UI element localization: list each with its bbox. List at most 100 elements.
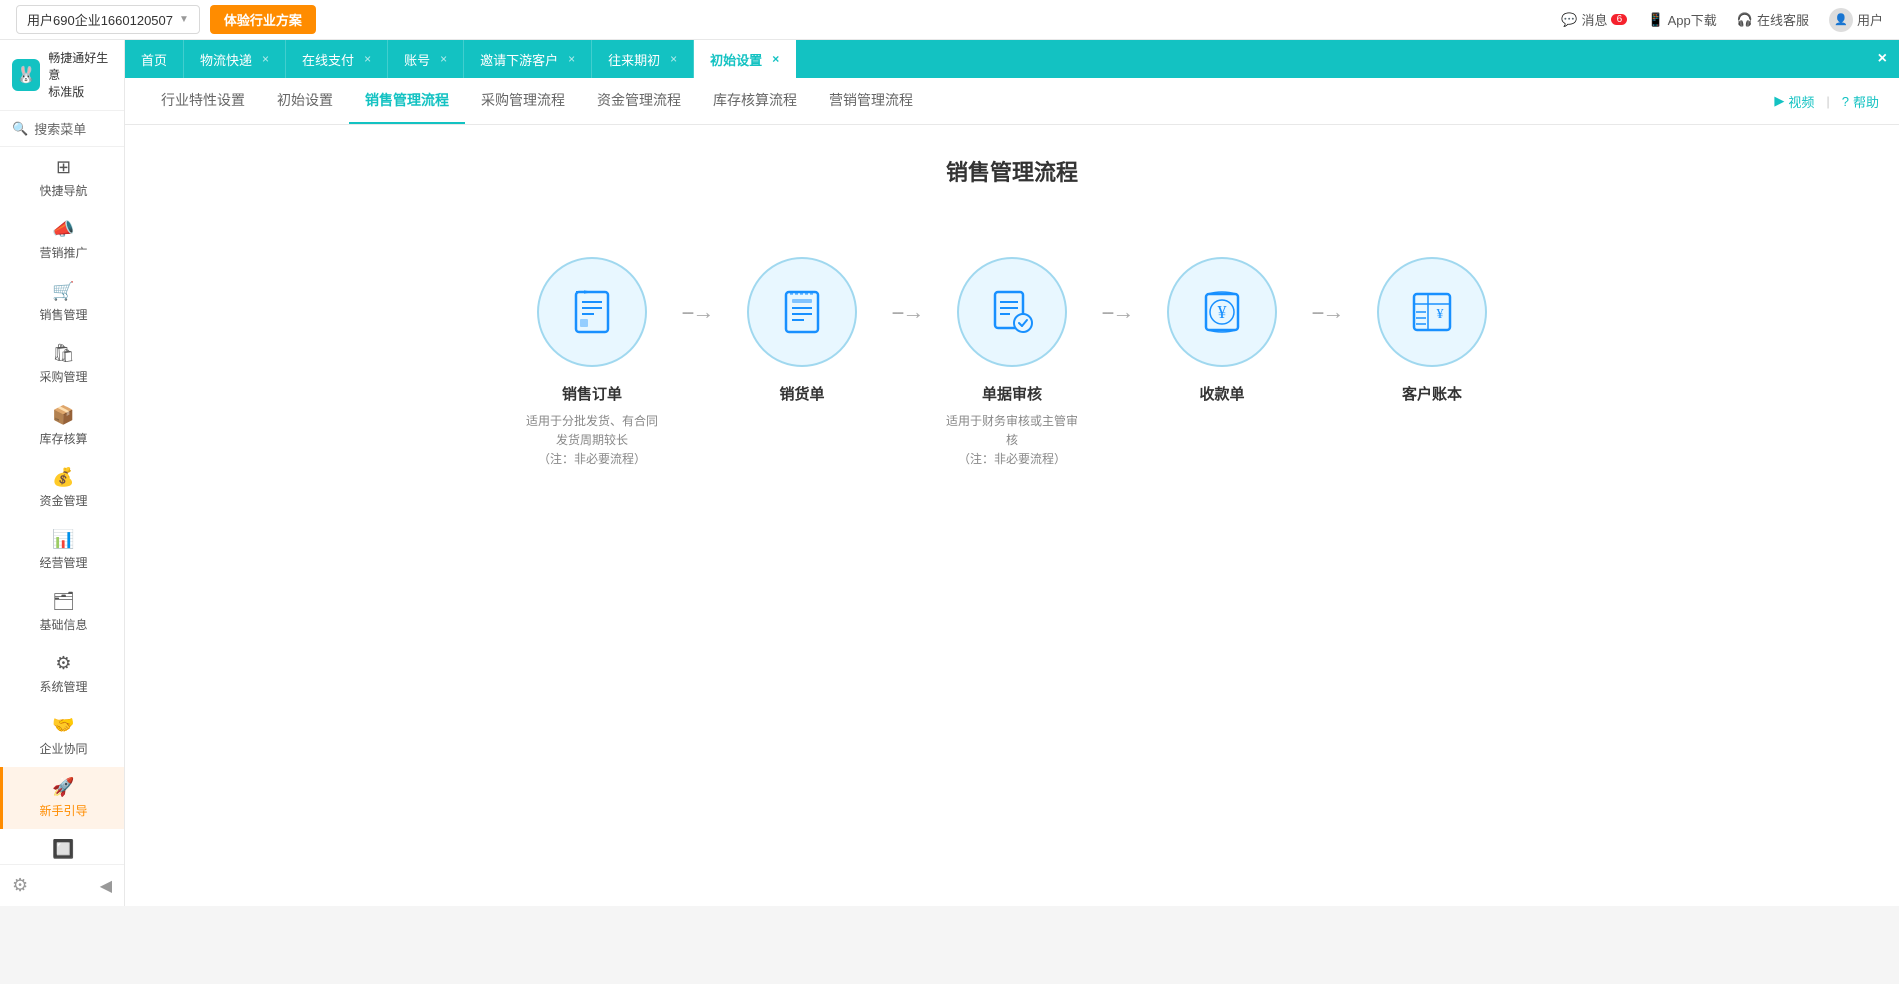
sales-invoice-label: 销货单: [779, 383, 824, 404]
sidebar-item-marketing-promo[interactable]: 📣 营销推广: [0, 209, 124, 271]
tab-period-init-close-icon[interactable]: ×: [670, 52, 677, 66]
sidebar-item-label: 新手引导: [39, 802, 87, 819]
flow-circle-receipt[interactable]: ¥: [1167, 257, 1277, 367]
sidebar-item-enterprise-collab[interactable]: 🤝 企业协同: [0, 705, 124, 767]
search-label: 搜索菜单: [34, 119, 86, 138]
sales-mgmt-icon: 🛒: [52, 281, 74, 302]
settings-icon[interactable]: ⚙: [12, 875, 28, 896]
sidebar-item-basic-info[interactable]: 🗂 基础信息: [0, 581, 124, 643]
sidebar-item-label: 库存核算: [39, 430, 87, 447]
sub-tab-inventory-flow-label: 库存核算流程: [713, 92, 797, 108]
message-item[interactable]: 💬 消息 6: [1561, 10, 1627, 29]
sidebar-item-label: 快捷导航: [39, 182, 87, 199]
arrow-3: --→: [1092, 257, 1142, 325]
tab-period-init[interactable]: 往来期初 ×: [592, 40, 694, 78]
top-header: 用户690企业1660120507 ▼ 体验行业方案 💬 消息 6 📱 App下…: [0, 0, 1899, 40]
tab-invite-customers-close-icon[interactable]: ×: [568, 52, 575, 66]
sub-tab-inventory-flow[interactable]: 库存核算流程: [697, 78, 813, 124]
sidebar-item-inventory[interactable]: 📦 库存核算: [0, 395, 124, 457]
flow-item-receipt: ¥ 收款单: [1142, 257, 1302, 412]
tab-logistics[interactable]: 物流快递 ×: [184, 40, 286, 78]
tab-logistics-close-icon[interactable]: ×: [262, 52, 269, 66]
flow-circle-doc-review[interactable]: [957, 257, 1067, 367]
customer-account-icon: ¥: [1406, 286, 1458, 338]
tab-initial-setup-label: 初始设置: [710, 50, 762, 69]
help-link[interactable]: ? 帮助: [1842, 92, 1879, 111]
tab-online-payment-close-icon[interactable]: ×: [364, 52, 371, 66]
flow-item-doc-review: 单据审核 适用于财务审核或主管审核（注：非必要流程）: [932, 257, 1092, 470]
sub-tab-finance-flow[interactable]: 资金管理流程: [581, 78, 697, 124]
header-right: 💬 消息 6 📱 App下载 🎧 在线客服 👤 用户: [1561, 8, 1883, 32]
sidebar-item-quick-nav[interactable]: ⊞ 快捷导航: [0, 147, 124, 209]
user-label: 用户: [1857, 10, 1883, 29]
page-content: 销售管理流程 销售订单 适用于分批发货、有合同发货周期: [125, 125, 1899, 520]
sidebar-item-new-guide[interactable]: 🚀 新手引导: [0, 767, 124, 829]
flow-circle-sales-order[interactable]: [537, 257, 647, 367]
sub-tab-sales-flow[interactable]: 销售管理流程: [349, 78, 465, 124]
tab-online-payment[interactable]: 在线支付 ×: [286, 40, 388, 78]
sub-tab-sales-flow-label: 销售管理流程: [365, 92, 449, 108]
enterprise-collab-icon: 🤝: [52, 715, 74, 736]
user-selector[interactable]: 用户690企业1660120507 ▼: [16, 5, 200, 34]
sub-tab-initial-settings-label: 初始设置: [277, 92, 333, 108]
sidebar-item-label: 营销推广: [39, 244, 87, 261]
sub-tab-industry-settings-label: 行业特性设置: [161, 92, 245, 108]
tab-period-init-label: 往来期初: [608, 50, 660, 69]
logo-line2: 标准版: [48, 84, 112, 101]
basic-info-icon: 🗂: [52, 591, 75, 612]
customer-account-label: 客户账本: [1402, 383, 1462, 404]
sub-tab-initial-settings[interactable]: 初始设置: [261, 78, 349, 124]
sales-order-label: 销售订单: [562, 383, 622, 404]
sub-tab-industry-settings[interactable]: 行业特性设置: [145, 78, 261, 124]
app-download-item[interactable]: 📱 App下载: [1647, 10, 1716, 29]
tab-initial-setup-close-icon[interactable]: ×: [772, 52, 779, 66]
message-icon: 💬: [1561, 12, 1577, 28]
quick-nav-icon: ⊞: [56, 157, 71, 178]
arrow-4: --→: [1302, 257, 1352, 325]
sub-tab-purchase-flow[interactable]: 采购管理流程: [465, 78, 581, 124]
collapse-icon[interactable]: ◀: [100, 876, 112, 896]
video-link[interactable]: ▶ 视频: [1774, 92, 1814, 111]
tab-invite-customers[interactable]: 邀请下游客户 ×: [464, 40, 592, 78]
tab-account-close-icon[interactable]: ×: [440, 52, 447, 66]
online-service-label: 在线客服: [1757, 10, 1809, 29]
flow-item-sales-order: 销售订单 适用于分批发货、有合同发货周期较长（注：非必要流程）: [512, 257, 672, 470]
online-service-item[interactable]: 🎧 在线客服: [1737, 10, 1809, 29]
sidebar-item-sales-mgmt[interactable]: 🛒 销售管理: [0, 271, 124, 333]
arrow-2: --→: [882, 257, 932, 325]
operations-mgmt-icon: 📊: [52, 529, 74, 550]
purchase-mgmt-icon: 🛍: [52, 343, 75, 364]
sales-order-desc: 适用于分批发货、有合同发货周期较长（注：非必要流程）: [522, 412, 662, 470]
marketing-promo-icon: 📣: [52, 219, 74, 240]
nav-tabs-close-all[interactable]: ×: [1866, 50, 1899, 68]
sub-tab-marketing-flow[interactable]: 营销管理流程: [813, 78, 929, 124]
sidebar-search[interactable]: 🔍 搜索菜单: [0, 111, 124, 147]
app-download-icon: 📱: [1647, 12, 1663, 28]
svg-text:¥: ¥: [1437, 307, 1444, 322]
sidebar-item-label: 经营管理: [39, 554, 87, 571]
tab-home-label: 首页: [141, 50, 167, 69]
sub-tabs-right: ▶ 视频 | ? 帮助: [1774, 92, 1879, 111]
divider: |: [1826, 94, 1829, 109]
arrow-1: --→: [672, 257, 722, 325]
main-area: 行业特性设置 初始设置 销售管理流程 采购管理流程 资金管理流程 库存核算流程 …: [125, 78, 1899, 906]
video-label: 视频: [1788, 92, 1814, 111]
sidebar-item-finance-mgmt[interactable]: 💰 资金管理: [0, 457, 124, 519]
trial-btn[interactable]: 体验行业方案: [210, 5, 316, 34]
tab-home[interactable]: 首页: [125, 40, 184, 78]
sidebar-item-operations-mgmt[interactable]: 📊 经营管理: [0, 519, 124, 581]
flow-circle-customer-account[interactable]: ¥: [1377, 257, 1487, 367]
tab-initial-setup[interactable]: 初始设置 ×: [694, 40, 796, 78]
page-title: 销售管理流程: [165, 155, 1859, 187]
sidebar-item-purchase-mgmt[interactable]: 🛍 采购管理: [0, 333, 124, 395]
doc-review-label: 单据审核: [982, 383, 1042, 404]
tab-account[interactable]: 账号 ×: [388, 40, 464, 78]
user-avatar-item[interactable]: 👤 用户: [1829, 8, 1883, 32]
sidebar-item-sys-mgmt[interactable]: ⚙ 系统管理: [0, 643, 124, 705]
sys-mgmt-icon: ⚙: [55, 653, 71, 674]
sub-tabs: 行业特性设置 初始设置 销售管理流程 采购管理流程 资金管理流程 库存核算流程 …: [125, 78, 1899, 125]
sidebar-item-label: 系统管理: [39, 678, 87, 695]
flow-circle-sales-invoice[interactable]: [747, 257, 857, 367]
doc-review-icon: [986, 286, 1038, 338]
sidebar-item-app-center[interactable]: 🔲 应用中心: [0, 829, 124, 864]
